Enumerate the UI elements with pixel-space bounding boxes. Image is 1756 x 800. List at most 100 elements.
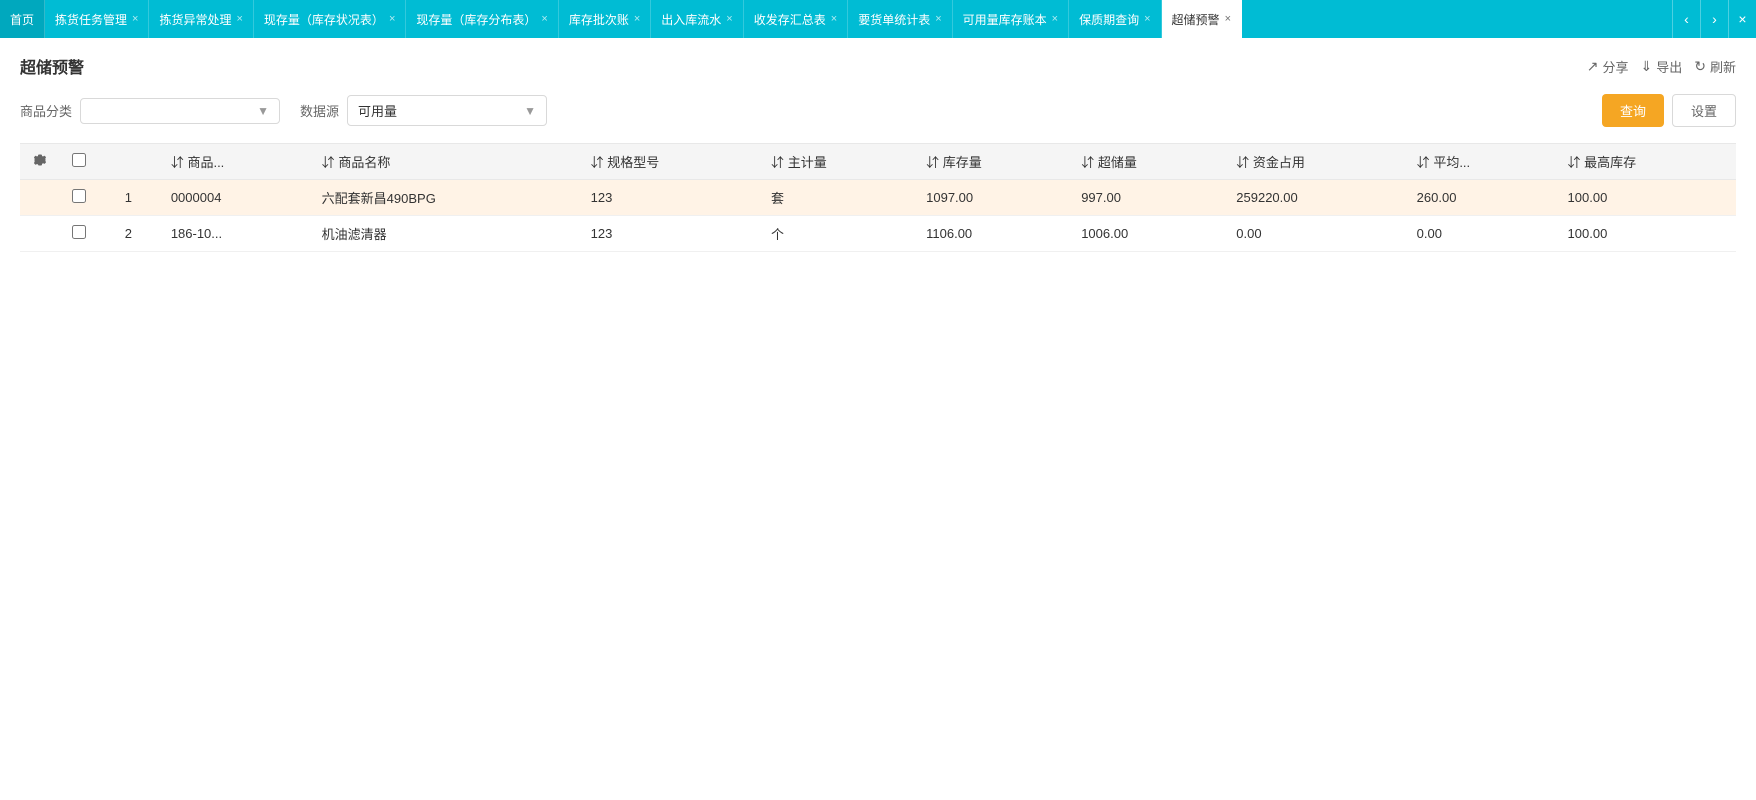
nav-item-9[interactable]: 可用量库存账本 × [953,0,1069,38]
nav-item-8[interactable]: 要货单统计表 × [848,0,952,38]
settings-button[interactable]: 设置 [1672,94,1736,127]
th-unit: ⇵ 主计量 [759,144,914,180]
nav-label-5: 库存批次账 [569,11,629,28]
row-index-1: 2 [98,216,159,252]
page-title-row: 超储预警 ↗ 分享 ⇓ 导出 ↻ 刷新 [20,54,1736,78]
share-button[interactable]: ↗ 分享 [1587,57,1629,76]
select-all-checkbox[interactable] [72,153,86,167]
nav-prev-button[interactable]: ‹ [1672,0,1700,38]
th-product-code: ⇵ 商品... [159,144,310,180]
row-max-stock-0: 100.00 [1556,180,1736,216]
th-capital: ⇵ 资金占用 [1224,144,1404,180]
export-button[interactable]: ⇓ 导出 [1641,57,1683,76]
share-icon: ↗ [1587,58,1599,75]
row-capital-1: 0.00 [1224,216,1404,252]
th-overstock: ⇵ 超储量 [1069,144,1224,180]
nav-label-9: 可用量库存账本 [963,11,1047,28]
nav-close-2[interactable]: × [236,13,242,25]
th-checkbox [60,144,98,180]
row-avg-0: 260.00 [1405,180,1556,216]
refresh-button[interactable]: ↻ 刷新 [1694,57,1736,76]
gear-icon[interactable] [32,152,48,168]
nav-item-5[interactable]: 库存批次账 × [559,0,651,38]
nav-close-7[interactable]: × [831,13,837,25]
export-label: 导出 [1656,57,1682,76]
th-stock: ⇵ 库存量 [914,144,1069,180]
filter-actions: 查询 设置 [1602,94,1736,127]
row-product-name-1: 机油滤清器 [310,216,579,252]
data-table: ⇵ 商品... ⇵ 商品名称 ⇵ 规格型号 ⇵ 主计量 ⇵ 库存量 [20,143,1736,252]
nav-close-3[interactable]: × [389,13,395,25]
nav-item-3[interactable]: 现存量（库存状况表） × [254,0,406,38]
nav-close-4[interactable]: × [541,13,547,25]
nav-item-7[interactable]: 收发存汇总表 × [744,0,848,38]
nav-item-6[interactable]: 出入库流水 × [651,0,743,38]
row-avg-1: 0.00 [1405,216,1556,252]
row-product-code-1: 186-10... [159,216,310,252]
table-header-row: ⇵ 商品... ⇵ 商品名称 ⇵ 规格型号 ⇵ 主计量 ⇵ 库存量 [20,144,1736,180]
nav-close-11[interactable]: × [1225,13,1231,25]
category-filter: 商品分类 ▼ [20,98,280,124]
row-index-0: 1 [98,180,159,216]
nav-item-10[interactable]: 保质期查询 × [1069,0,1161,38]
filter-row: 商品分类 ▼ 数据源 可用量 ▼ 查询 设置 [20,94,1736,127]
nav-label-2: 拣货异常处理 [159,11,231,28]
row-checkbox-1[interactable] [60,216,98,252]
datasource-value: 可用量 [358,101,397,120]
row-unit-1: 个 [759,216,914,252]
category-chevron-icon: ▼ [257,104,269,118]
row-stock-0: 1097.00 [914,180,1069,216]
nav-next-button[interactable]: › [1700,0,1728,38]
page-content: 超储预警 ↗ 分享 ⇓ 导出 ↻ 刷新 商品分类 ▼ 数据源 [0,38,1756,800]
title-actions: ↗ 分享 ⇓ 导出 ↻ 刷新 [1587,57,1736,76]
refresh-label: 刷新 [1710,57,1736,76]
datasource-label: 数据源 [300,101,339,120]
nav-close-8[interactable]: × [935,13,941,25]
th-max-stock: ⇵ 最高库存 [1556,144,1736,180]
row-stock-1: 1106.00 [914,216,1069,252]
page-title: 超储预警 [20,54,84,78]
datasource-filter: 数据源 可用量 ▼ [300,95,547,126]
row-overstock-1: 1006.00 [1069,216,1224,252]
nav-bar: 首页 拣货任务管理 × 拣货异常处理 × 现存量（库存状况表） × 现存量（库存… [0,0,1756,38]
nav-label-4: 现存量（库存分布表） [416,11,536,28]
row-overstock-0: 997.00 [1069,180,1224,216]
category-select[interactable]: ▼ [80,98,280,124]
th-avg: ⇵ 平均... [1405,144,1556,180]
nav-close-5[interactable]: × [634,13,640,25]
nav-item-11[interactable]: 超储预警 × [1162,0,1242,38]
nav-item-2[interactable]: 拣货异常处理 × [149,0,253,38]
nav-item-home-label: 首页 [10,11,34,28]
nav-close-1[interactable]: × [132,13,138,25]
row-checkbox-0[interactable] [60,180,98,216]
row-select-1[interactable] [72,225,86,239]
th-gear [20,144,60,180]
share-label: 分享 [1602,57,1628,76]
datasource-select[interactable]: 可用量 ▼ [347,95,547,126]
query-button[interactable]: 查询 [1602,94,1664,127]
th-index [98,144,159,180]
row-product-code-0: 0000004 [159,180,310,216]
row-spec-0: 123 [579,180,759,216]
table-row: 1 0000004 六配套新昌490BPG 123 套 1097.00 997.… [20,180,1736,216]
export-icon: ⇓ [1641,58,1653,75]
nav-item-home[interactable]: 首页 [0,0,45,38]
nav-label-8: 要货单统计表 [858,11,930,28]
nav-close-10[interactable]: × [1144,13,1150,25]
row-spec-1: 123 [579,216,759,252]
nav-close-6[interactable]: × [726,13,732,25]
table-row: 2 186-10... 机油滤清器 123 个 1106.00 1006.00 … [20,216,1736,252]
nav-item-1[interactable]: 拣货任务管理 × [45,0,149,38]
row-gear-1 [20,216,60,252]
datasource-chevron-icon: ▼ [524,104,536,118]
row-max-stock-1: 100.00 [1556,216,1736,252]
nav-close-9[interactable]: × [1052,13,1058,25]
nav-label-3: 现存量（库存状况表） [264,11,384,28]
row-unit-0: 套 [759,180,914,216]
row-gear-0 [20,180,60,216]
nav-item-4[interactable]: 现存量（库存分布表） × [406,0,558,38]
nav-arrows: ‹ › × [1672,0,1756,38]
nav-label-10: 保质期查询 [1079,11,1139,28]
row-select-0[interactable] [72,189,86,203]
nav-close-button[interactable]: × [1728,0,1756,38]
